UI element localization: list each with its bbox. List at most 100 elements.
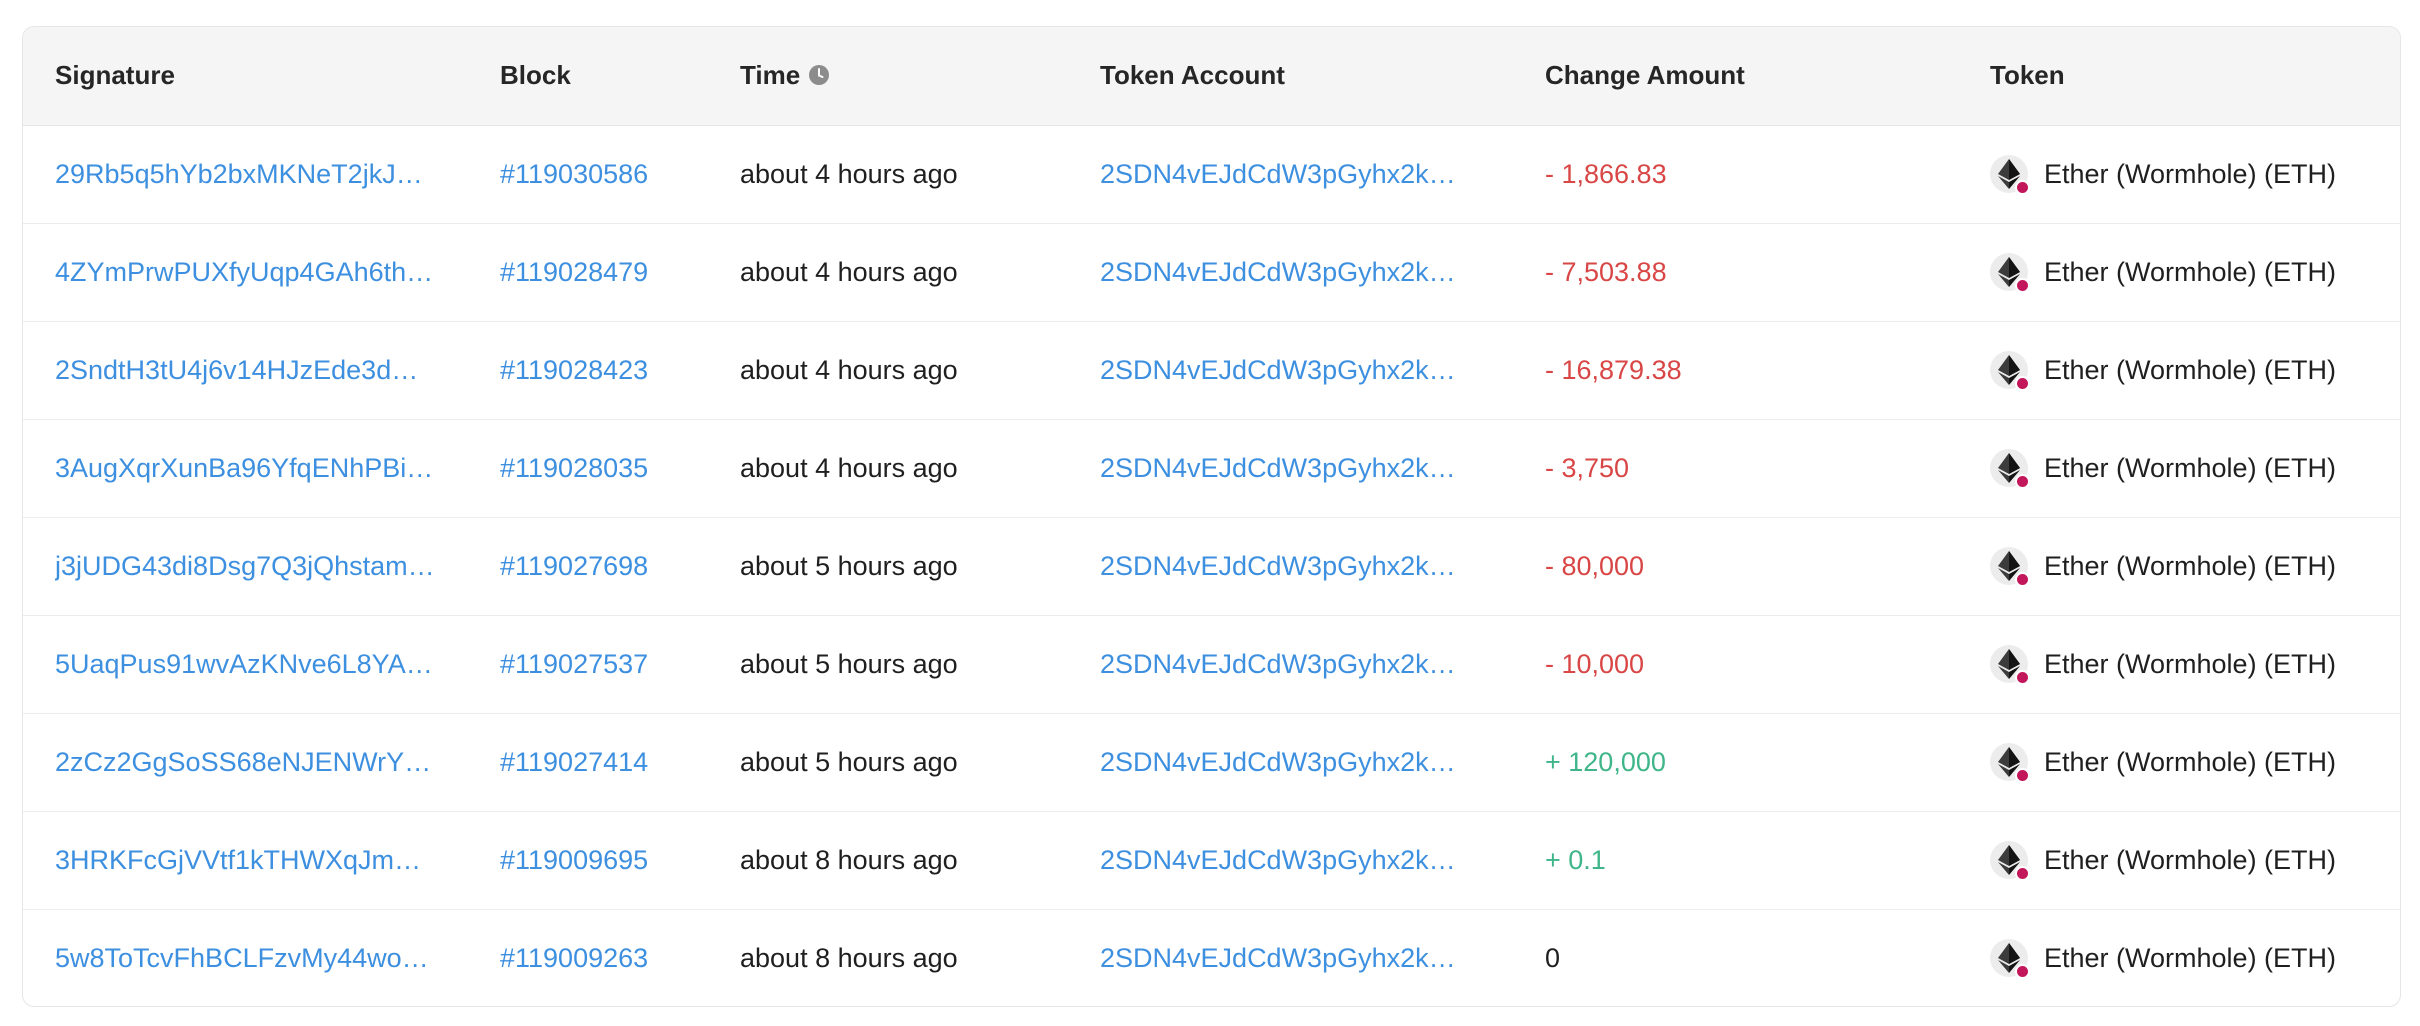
block-cell: #119030586 [468, 125, 708, 223]
token-account-link[interactable]: 2SDN4vEJdCdW3pGyhx2km… [1100, 943, 1475, 974]
block-cell: #119027414 [468, 712, 708, 811]
signature-link[interactable]: 5w8ToTcvFhBCLFzvMy44wo… [55, 943, 435, 974]
signature-link[interactable]: 29Rb5q5hYb2bxMKNeT2jkJ… [55, 159, 435, 190]
table-body: 29Rb5q5hYb2bxMKNeT2jkJ… #119030586 about 4… [23, 125, 2400, 1006]
signature-cell: 4ZYmPrwPUXfyUqp4GAh6th… [23, 222, 468, 321]
block-link[interactable]: #119030586 [500, 159, 708, 190]
token-name: Ether (Wormhole) (ETH) [2044, 354, 2337, 385]
block-link[interactable]: #119009263 [500, 943, 708, 974]
time-cell: about 8 hours ago [708, 908, 1068, 1006]
ethereum-icon [1990, 351, 2030, 391]
token-account-link[interactable]: 2SDN4vEJdCdW3pGyhx2km… [1100, 159, 1475, 190]
token-account-link[interactable]: 2SDN4vEJdCdW3pGyhx2km… [1100, 747, 1475, 778]
wormhole-badge-icon [2015, 866, 2030, 881]
signature-link[interactable]: 4ZYmPrwPUXfyUqp4GAh6th… [55, 257, 435, 288]
signature-cell: 2zCz2GgSoSS68eNJENWrY… [23, 712, 468, 811]
token-account-link[interactable]: 2SDN4vEJdCdW3pGyhx2km… [1100, 355, 1475, 386]
signature-link[interactable]: 2SndtH3tU4j6v14HJzEde3d… [55, 355, 435, 386]
table-row: 29Rb5q5hYb2bxMKNeT2jkJ… #119030586 about 4… [23, 125, 2400, 223]
time-cell: about 5 hours ago [708, 712, 1068, 811]
token-info[interactable]: Ether (Wormhole) (ETH) [1990, 645, 2400, 685]
token-info[interactable]: Ether (Wormhole) (ETH) [1990, 449, 2400, 489]
signature-link[interactable]: 3AugXqrXunBa96YfqENhPBi… [55, 453, 435, 484]
block-cell: #119028423 [468, 320, 708, 419]
ethereum-icon [1990, 449, 2030, 489]
header-time-label: Time [740, 60, 801, 91]
token-name: Ether (Wormhole) (ETH) [2044, 746, 2337, 777]
block-link[interactable]: #119027698 [500, 551, 708, 582]
header-token: Token [1958, 27, 2400, 126]
block-link[interactable]: #119028479 [500, 257, 708, 288]
table-row: 5w8ToTcvFhBCLFzvMy44wo… #119009263 about 8… [23, 908, 2400, 1006]
token-name: Ether (Wormhole) (ETH) [2044, 550, 2337, 581]
token-name: Ether (Wormhole) (ETH) [2044, 942, 2337, 973]
token-account-link[interactable]: 2SDN4vEJdCdW3pGyhx2km… [1100, 649, 1475, 680]
signature-cell: j3jUDG43di8Dsg7Q3jQhstam… [23, 516, 468, 615]
token-info[interactable]: Ether (Wormhole) (ETH) [1990, 743, 2400, 783]
change-amount: - 3,750 [1513, 418, 1958, 517]
table-row: 3HRKFcGjVVtf1kTHWXqJm… #119009695 about 8 … [23, 810, 2400, 909]
ethereum-icon [1990, 645, 2030, 685]
token-info[interactable]: Ether (Wormhole) (ETH) [1990, 841, 2400, 881]
signature-cell: 3HRKFcGjVVtf1kTHWXqJm… [23, 810, 468, 909]
table-row: j3jUDG43di8Dsg7Q3jQhstam… #119027698 about… [23, 516, 2400, 615]
block-cell: #119027537 [468, 614, 708, 713]
token-account-link[interactable]: 2SDN4vEJdCdW3pGyhx2km… [1100, 551, 1475, 582]
table-row: 2SndtH3tU4j6v14HJzEde3d… #119028423 about … [23, 320, 2400, 419]
token-account-link[interactable]: 2SDN4vEJdCdW3pGyhx2km… [1100, 257, 1475, 288]
change-amount: + 120,000 [1513, 712, 1958, 811]
token-name: Ether (Wormhole) (ETH) [2044, 844, 2337, 875]
token-account-cell: 2SDN4vEJdCdW3pGyhx2km… [1068, 516, 1513, 615]
block-cell: #119009263 [468, 908, 708, 1006]
signature-link[interactable]: 2zCz2GgSoSS68eNJENWrY… [55, 747, 435, 778]
token-cell: Ether (Wormhole) (ETH) [1958, 222, 2400, 321]
wormhole-badge-icon [2015, 670, 2030, 685]
time-cell: about 4 hours ago [708, 320, 1068, 419]
change-amount: - 16,879.38 [1513, 320, 1958, 419]
token-info[interactable]: Ether (Wormhole) (ETH) [1990, 155, 2400, 195]
ethereum-icon [1990, 547, 2030, 587]
token-cell: Ether (Wormhole) (ETH) [1958, 516, 2400, 615]
wormhole-badge-icon [2015, 180, 2030, 195]
block-link[interactable]: #119009695 [500, 845, 708, 876]
signature-cell: 5w8ToTcvFhBCLFzvMy44wo… [23, 908, 468, 1006]
clock-icon[interactable] [808, 64, 830, 86]
header-signature: Signature [23, 27, 468, 126]
block-link[interactable]: #119027414 [500, 747, 708, 778]
block-cell: #119028035 [468, 418, 708, 517]
signature-link[interactable]: 5UaqPus91wvAzKNve6L8YA… [55, 649, 435, 680]
wormhole-badge-icon [2015, 474, 2030, 489]
table-header: Signature Block Time Token Account Chang… [23, 27, 2400, 126]
token-account-cell: 2SDN4vEJdCdW3pGyhx2km… [1068, 810, 1513, 909]
token-account-cell: 2SDN4vEJdCdW3pGyhx2km… [1068, 418, 1513, 517]
header-change-amount: Change Amount [1513, 27, 1958, 126]
table-row: 4ZYmPrwPUXfyUqp4GAh6th… #119028479 about 4… [23, 222, 2400, 321]
token-info[interactable]: Ether (Wormhole) (ETH) [1990, 351, 2400, 391]
block-cell: #119027698 [468, 516, 708, 615]
signature-link[interactable]: j3jUDG43di8Dsg7Q3jQhstam… [55, 551, 435, 582]
token-account-link[interactable]: 2SDN4vEJdCdW3pGyhx2km… [1100, 845, 1475, 876]
token-info[interactable]: Ether (Wormhole) (ETH) [1990, 253, 2400, 293]
token-cell: Ether (Wormhole) (ETH) [1958, 908, 2400, 1006]
block-link[interactable]: #119028423 [500, 355, 708, 386]
table-row: 5UaqPus91wvAzKNve6L8YA… #119027537 about 5… [23, 614, 2400, 713]
token-account-cell: 2SDN4vEJdCdW3pGyhx2km… [1068, 222, 1513, 321]
signature-cell: 5UaqPus91wvAzKNve6L8YA… [23, 614, 468, 713]
token-account-cell: 2SDN4vEJdCdW3pGyhx2km… [1068, 712, 1513, 811]
block-link[interactable]: #119028035 [500, 453, 708, 484]
token-account-link[interactable]: 2SDN4vEJdCdW3pGyhx2km… [1100, 453, 1475, 484]
wormhole-badge-icon [2015, 278, 2030, 293]
token-account-cell: 2SDN4vEJdCdW3pGyhx2km… [1068, 125, 1513, 223]
token-name: Ether (Wormhole) (ETH) [2044, 158, 2337, 189]
token-account-cell: 2SDN4vEJdCdW3pGyhx2km… [1068, 908, 1513, 1006]
ethereum-icon [1990, 743, 2030, 783]
token-info[interactable]: Ether (Wormhole) (ETH) [1990, 939, 2400, 980]
wormhole-badge-icon [2015, 376, 2030, 391]
header-time[interactable]: Time [708, 27, 1068, 126]
wormhole-badge-icon [2015, 964, 2030, 980]
token-info[interactable]: Ether (Wormhole) (ETH) [1990, 547, 2400, 587]
block-link[interactable]: #119027537 [500, 649, 708, 680]
token-name: Ether (Wormhole) (ETH) [2044, 452, 2337, 483]
change-amount: - 7,503.88 [1513, 222, 1958, 321]
signature-link[interactable]: 3HRKFcGjVVtf1kTHWXqJm… [55, 845, 435, 876]
